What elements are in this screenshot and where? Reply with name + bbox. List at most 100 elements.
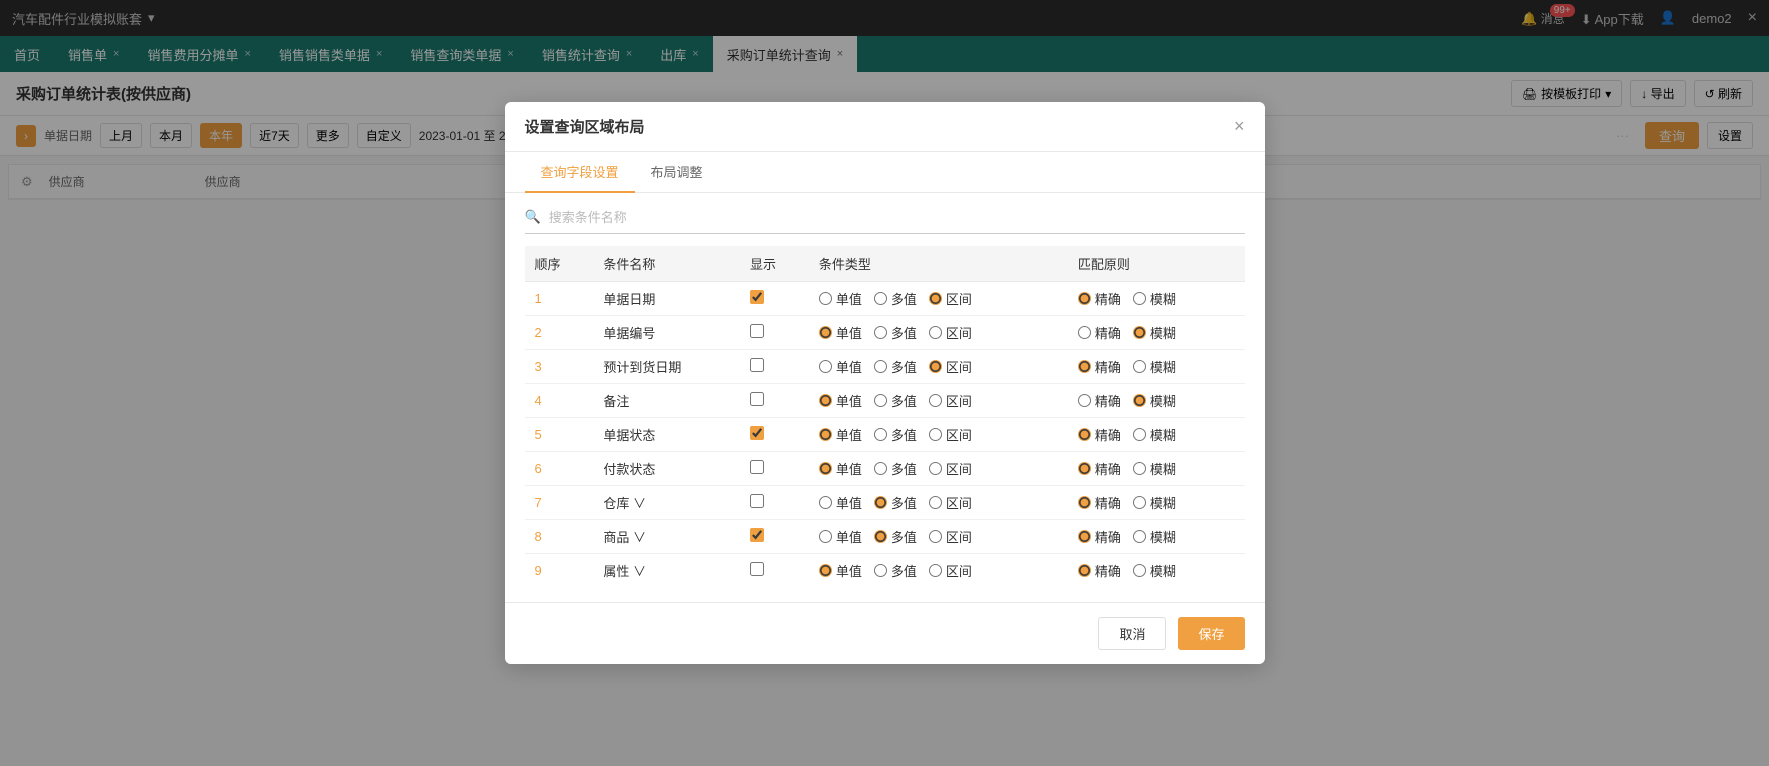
type-option-区间-1[interactable]: 区间 xyxy=(929,323,972,342)
search-icon: 🔍 xyxy=(525,209,541,225)
row-name-8: 属性 ∨ xyxy=(593,554,740,587)
row-index-6: 6 xyxy=(525,452,594,486)
table-row: 6付款状态 单值多值区间 精确模糊 xyxy=(525,452,1245,486)
type-option-区间-2[interactable]: 区间 xyxy=(929,357,972,376)
type-option-单值-3[interactable]: 单值 xyxy=(819,391,862,410)
match-option-模糊-6[interactable]: 模糊 xyxy=(1133,493,1176,512)
type-option-区间-0[interactable]: 区间 xyxy=(929,289,972,308)
match-option-精确-1[interactable]: 精确 xyxy=(1078,323,1121,342)
show-checkbox-7[interactable] xyxy=(750,528,764,542)
type-option-多值-5[interactable]: 多值 xyxy=(874,459,917,478)
save-button[interactable]: 保存 xyxy=(1178,617,1244,650)
type-option-区间-6[interactable]: 区间 xyxy=(929,493,972,512)
row-show-4 xyxy=(740,418,809,452)
type-option-多值-8[interactable]: 多值 xyxy=(874,561,917,580)
table-row: 3预计到货日期单值多值区间精确模糊 xyxy=(525,350,1245,384)
row-show-2 xyxy=(740,350,809,384)
search-input[interactable] xyxy=(549,210,749,225)
match-option-精确-0[interactable]: 精确 xyxy=(1078,289,1121,308)
match-option-模糊-0[interactable]: 模糊 xyxy=(1133,289,1176,308)
table-row: 7仓库 ∨单值多值区间精确模糊 xyxy=(525,486,1245,520)
type-option-多值-6[interactable]: 多值 xyxy=(874,493,917,512)
type-option-区间-3[interactable]: 区间 xyxy=(929,391,972,410)
row-match-7: 精确模糊 xyxy=(1068,520,1245,554)
show-checkbox-6[interactable] xyxy=(750,494,764,508)
match-option-精确-5[interactable]: 精确 xyxy=(1078,459,1121,478)
type-option-单值-4[interactable]: 单值 xyxy=(819,425,862,444)
match-option-精确-6[interactable]: 精确 xyxy=(1078,493,1121,512)
match-option-精确-4[interactable]: 精确 xyxy=(1078,425,1121,444)
row-index-3: 3 xyxy=(525,350,594,384)
type-option-多值-3[interactable]: 多值 xyxy=(874,391,917,410)
type-option-单值-2[interactable]: 单值 xyxy=(819,357,862,376)
row-match-2: 精确模糊 xyxy=(1068,350,1245,384)
row-type-6: 单值多值区间 xyxy=(809,486,1068,520)
type-option-单值-0[interactable]: 单值 xyxy=(819,289,862,308)
row-name-1: 单据编号 xyxy=(593,316,740,350)
modal-header: 设置查询区域布局 × xyxy=(505,102,1265,152)
show-checkbox-2[interactable] xyxy=(750,358,764,372)
type-option-单值-8[interactable]: 单值 xyxy=(819,561,862,580)
modal-tab-query-fields[interactable]: 查询字段设置 xyxy=(525,152,635,193)
show-checkbox-3[interactable] xyxy=(750,392,764,406)
type-option-区间-7[interactable]: 区间 xyxy=(929,527,972,546)
table-row: 9属性 ∨单值多值区间精确模糊 xyxy=(525,554,1245,587)
type-option-单值-7[interactable]: 单值 xyxy=(819,527,862,546)
settings-modal: 设置查询区域布局 × 查询字段设置 布局调整 🔍 xyxy=(505,102,1265,664)
type-option-多值-1[interactable]: 多值 xyxy=(874,323,917,342)
row-show-7 xyxy=(740,520,809,554)
col-header-type: 条件类型 xyxy=(809,246,1068,282)
match-option-模糊-2[interactable]: 模糊 xyxy=(1133,357,1176,376)
match-option-精确-8[interactable]: 精确 xyxy=(1078,561,1121,580)
modal-title: 设置查询区域布局 xyxy=(525,116,645,137)
row-type-8: 单值多值区间 xyxy=(809,554,1068,587)
type-option-多值-0[interactable]: 多值 xyxy=(874,289,917,308)
show-checkbox-8[interactable] xyxy=(750,562,764,576)
type-option-多值-4[interactable]: 多值 xyxy=(874,425,917,444)
show-checkbox-5[interactable] xyxy=(750,460,764,474)
row-name-5: 付款状态 xyxy=(593,452,740,486)
show-checkbox-0[interactable] xyxy=(750,290,764,304)
type-option-单值-5[interactable]: 单值 xyxy=(819,459,862,478)
row-type-2: 单值多值区间 xyxy=(809,350,1068,384)
modal-close-button[interactable]: × xyxy=(1234,116,1245,137)
type-option-单值-1[interactable]: 单值 xyxy=(819,323,862,342)
match-option-精确-7[interactable]: 精确 xyxy=(1078,527,1121,546)
match-option-精确-3[interactable]: 精确 xyxy=(1078,391,1121,410)
match-option-模糊-5[interactable]: 模糊 xyxy=(1133,459,1176,478)
row-match-8: 精确模糊 xyxy=(1068,554,1245,587)
modal-overlay: 设置查询区域布局 × 查询字段设置 布局调整 🔍 xyxy=(0,0,1769,766)
row-name-2: 预计到货日期 xyxy=(593,350,740,384)
modal-tabs: 查询字段设置 布局调整 xyxy=(505,152,1265,193)
table-row: 2单据编号单值多值区间精确模糊 xyxy=(525,316,1245,350)
row-name-6: 仓库 ∨ xyxy=(593,486,740,520)
match-option-模糊-1[interactable]: 模糊 xyxy=(1133,323,1176,342)
type-option-多值-2[interactable]: 多值 xyxy=(874,357,917,376)
match-option-模糊-4[interactable]: 模糊 xyxy=(1133,425,1176,444)
table-row: 5单据状态单值多值区间精确模糊 xyxy=(525,418,1245,452)
row-show-6 xyxy=(740,486,809,520)
row-name-0: 单据日期 xyxy=(593,282,740,316)
match-option-模糊-8[interactable]: 模糊 xyxy=(1133,561,1176,580)
match-option-模糊-3[interactable]: 模糊 xyxy=(1133,391,1176,410)
type-option-单值-6[interactable]: 单值 xyxy=(819,493,862,512)
row-match-3: 精确模糊 xyxy=(1068,384,1245,418)
show-checkbox-1[interactable] xyxy=(750,324,764,338)
row-index-8: 8 xyxy=(525,520,594,554)
type-option-多值-7[interactable]: 多值 xyxy=(874,527,917,546)
modal-tab-layout[interactable]: 布局调整 xyxy=(635,152,719,193)
match-option-精确-2[interactable]: 精确 xyxy=(1078,357,1121,376)
type-option-区间-5[interactable]: 区间 xyxy=(929,459,972,478)
row-name-7: 商品 ∨ xyxy=(593,520,740,554)
show-checkbox-4[interactable] xyxy=(750,426,764,440)
type-option-区间-8[interactable]: 区间 xyxy=(929,561,972,580)
match-option-模糊-7[interactable]: 模糊 xyxy=(1133,527,1176,546)
row-type-1: 单值多值区间 xyxy=(809,316,1068,350)
type-option-区间-4[interactable]: 区间 xyxy=(929,425,972,444)
row-match-4: 精确模糊 xyxy=(1068,418,1245,452)
row-type-7: 单值多值区间 xyxy=(809,520,1068,554)
col-header-show: 显示 xyxy=(740,246,809,282)
row-index-9: 9 xyxy=(525,554,594,587)
row-show-3 xyxy=(740,384,809,418)
cancel-button[interactable]: 取消 xyxy=(1098,617,1166,650)
